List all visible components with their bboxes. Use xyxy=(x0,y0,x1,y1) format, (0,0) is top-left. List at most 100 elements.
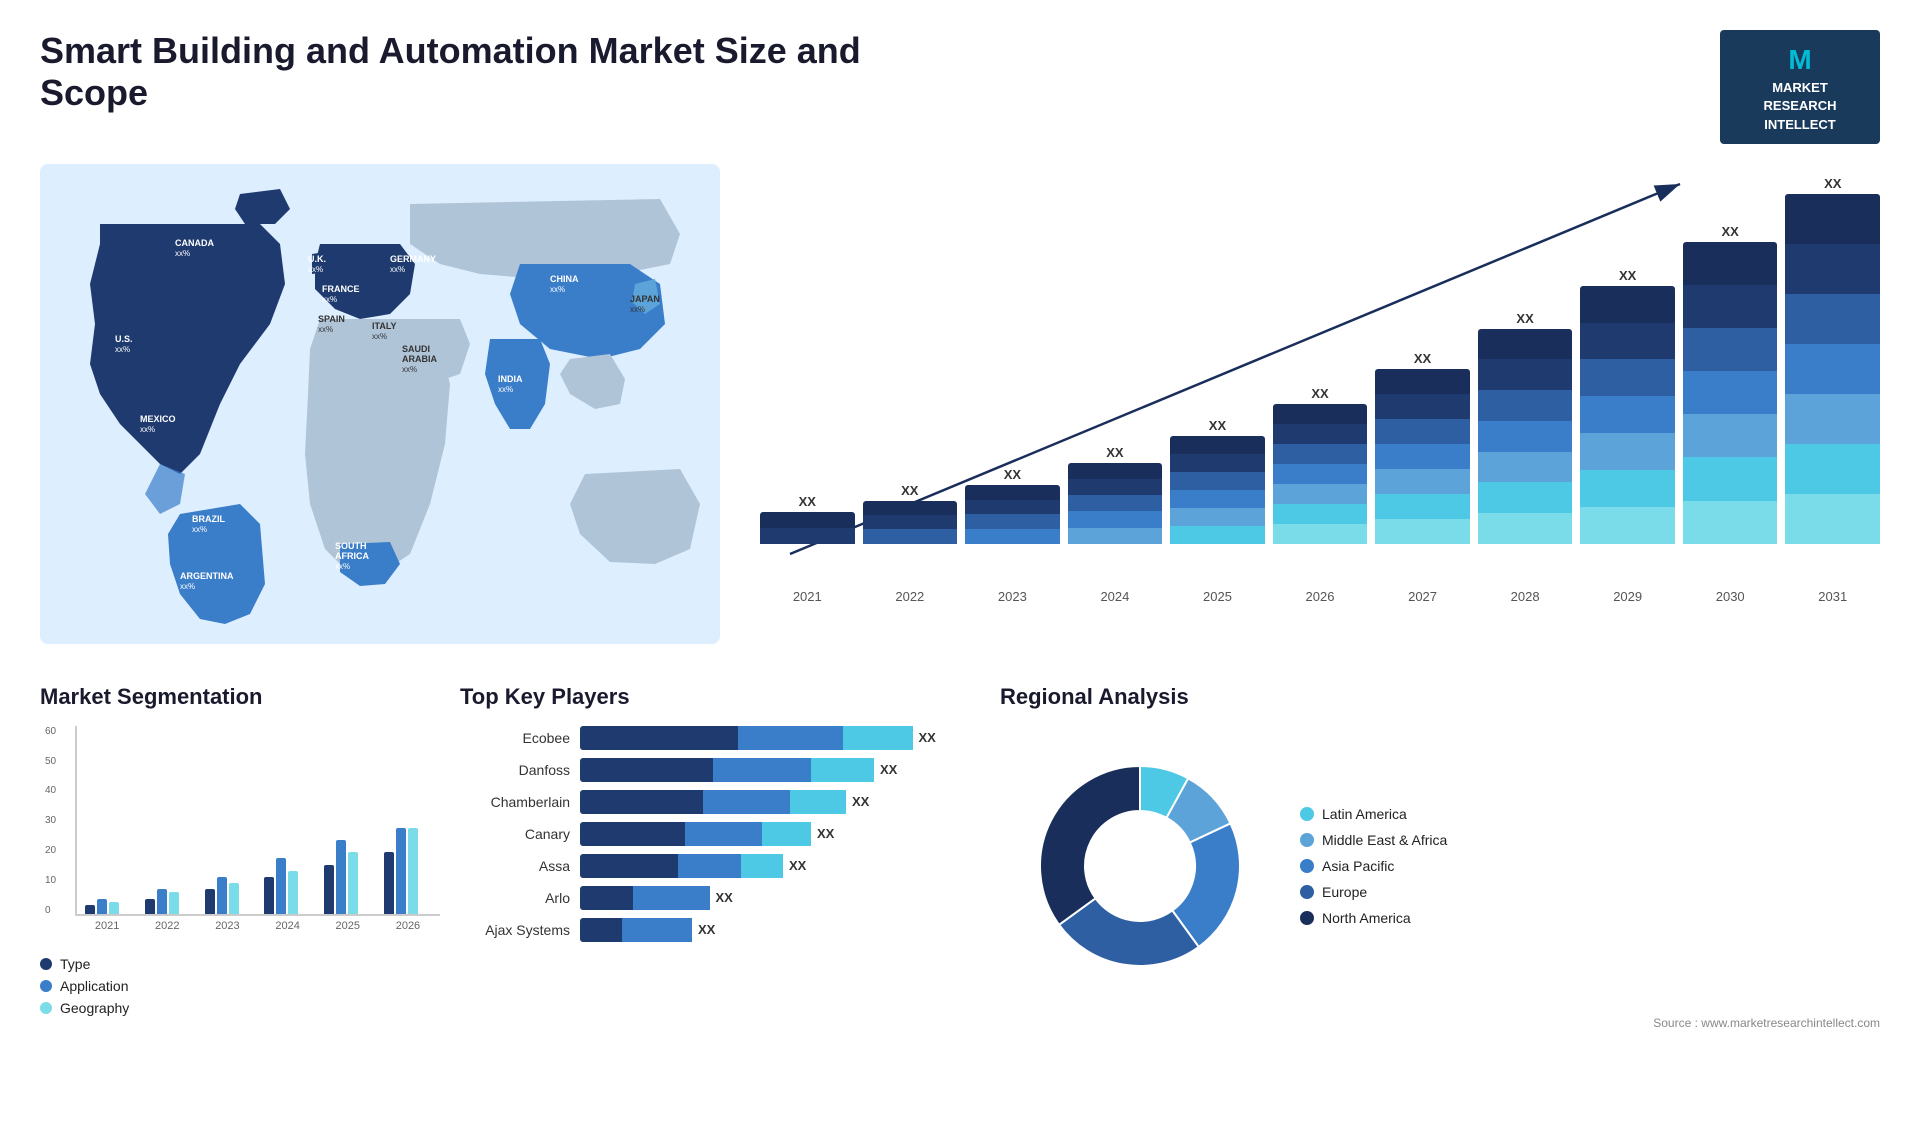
svg-text:ARABIA: ARABIA xyxy=(402,354,437,364)
bar-segment xyxy=(1580,433,1675,470)
player-bar-segment xyxy=(790,790,846,814)
player-xx-label: XX xyxy=(789,854,806,878)
seg-bar-group xyxy=(264,858,312,914)
player-bar-segment xyxy=(580,822,685,846)
svg-text:xx%: xx% xyxy=(308,265,323,274)
seg-x-label: 2026 xyxy=(384,920,432,932)
logo-line1: MARKET xyxy=(1772,80,1828,95)
bar-groups: XXXXXXXXXXXXXXXXXXXXXX xyxy=(760,164,1880,544)
svg-text:CANADA: CANADA xyxy=(175,238,214,248)
bar-segment xyxy=(760,512,855,528)
seg-chart-wrap: 60 50 40 30 20 10 0 20212022202320242025… xyxy=(75,726,440,946)
world-map: CANADA xx% U.S. xx% MEXICO xx% BRAZIL xx… xyxy=(40,164,720,644)
bar-group: XX xyxy=(1478,311,1573,544)
bar-value-label: XX xyxy=(901,483,918,498)
bar-segment xyxy=(1580,396,1675,433)
bar-segment xyxy=(1580,323,1675,360)
regional-legend-label: Europe xyxy=(1322,884,1367,900)
bar-x-label: 2022 xyxy=(863,589,958,604)
regional-title: Regional Analysis xyxy=(1000,684,1880,710)
seg-bar xyxy=(276,858,286,914)
svg-text:xx%: xx% xyxy=(390,265,405,274)
seg-x-labels: 202120222023202420252026 xyxy=(75,920,440,932)
player-bar-segment xyxy=(703,790,791,814)
bar-segment xyxy=(965,529,1060,544)
bar-segment xyxy=(863,501,958,515)
bar-stack xyxy=(1478,329,1573,544)
bar-stack xyxy=(1170,436,1265,544)
bar-segment xyxy=(1068,511,1163,527)
seg-bar xyxy=(396,828,406,914)
bar-value-label: XX xyxy=(1824,176,1841,191)
legend-item: Application xyxy=(40,978,440,994)
player-bar-wrap: XX xyxy=(580,854,980,878)
key-players-title: Top Key Players xyxy=(460,684,980,710)
bar-x-label: 2021 xyxy=(760,589,855,604)
seg-bar-group xyxy=(324,840,372,914)
player-name: Ecobee xyxy=(460,730,570,746)
player-bar-segment xyxy=(738,726,843,750)
player-name: Assa xyxy=(460,858,570,874)
svg-text:xx%: xx% xyxy=(192,525,207,534)
bar-segment xyxy=(1068,495,1163,511)
bar-segment xyxy=(1580,286,1675,323)
bar-segment xyxy=(1273,424,1368,444)
seg-bar-group xyxy=(384,828,432,914)
player-bar-segment xyxy=(678,854,741,878)
player-name: Arlo xyxy=(460,890,570,906)
top-section: CANADA xx% U.S. xx% MEXICO xx% BRAZIL xx… xyxy=(40,164,1880,644)
player-xx-label: XX xyxy=(716,886,733,910)
page-header: Smart Building and Automation Market Siz… xyxy=(40,30,1880,144)
bar-group: XX xyxy=(965,467,1060,544)
bar-segment xyxy=(1683,285,1778,328)
bar-x-label: 2027 xyxy=(1375,589,1470,604)
bar-segment xyxy=(1273,524,1368,544)
player-name: Ajax Systems xyxy=(460,922,570,938)
regional-legend-item: North America xyxy=(1300,910,1447,926)
player-row: Assa XX xyxy=(460,854,980,878)
player-bar-segment xyxy=(713,758,811,782)
svg-text:xx%: xx% xyxy=(550,285,565,294)
svg-text:xx%: xx% xyxy=(630,305,645,314)
svg-text:JAPAN: JAPAN xyxy=(630,294,660,304)
player-row: ChamberlainXX xyxy=(460,790,980,814)
regional-legend-item: Europe xyxy=(1300,884,1447,900)
bar-segment xyxy=(1478,390,1573,421)
bar-segment xyxy=(1170,472,1265,490)
svg-text:xx%: xx% xyxy=(498,385,513,394)
legend-dot xyxy=(40,1002,52,1014)
bar-group: XX xyxy=(1580,268,1675,544)
player-bar-segment xyxy=(580,726,738,750)
svg-text:ITALY: ITALY xyxy=(372,321,397,331)
bar-segment xyxy=(1478,513,1573,544)
bar-segment xyxy=(1580,470,1675,507)
player-bar-segment xyxy=(580,790,703,814)
map-svg: CANADA xx% U.S. xx% MEXICO xx% BRAZIL xx… xyxy=(40,164,720,644)
bar-x-labels: 2021202220232024202520262027202820292030… xyxy=(760,589,1880,604)
bar-stack xyxy=(1683,242,1778,544)
player-bar-segment xyxy=(622,918,692,942)
legend-dot xyxy=(40,980,52,992)
bar-stack xyxy=(1273,404,1368,544)
player-name: Canary xyxy=(460,826,570,842)
player-bar-segment xyxy=(741,854,783,878)
bar-group: XX xyxy=(760,494,855,544)
player-bar-wrap: XX xyxy=(580,822,980,846)
bar-segment xyxy=(1580,507,1675,544)
bar-value-label: XX xyxy=(1106,445,1123,460)
bar-x-label: 2025 xyxy=(1170,589,1265,604)
player-row: Canary XX xyxy=(460,822,980,846)
bar-segment xyxy=(1273,504,1368,524)
bar-segment xyxy=(1375,419,1470,444)
donut-segment xyxy=(1040,766,1140,925)
svg-text:ARGENTINA: ARGENTINA xyxy=(180,571,234,581)
bar-segment xyxy=(1273,404,1368,424)
bar-value-label: XX xyxy=(1004,467,1021,482)
player-name: Danfoss xyxy=(460,762,570,778)
logo-line3: INTELLECT xyxy=(1764,117,1836,132)
bar-value-label: XX xyxy=(1414,351,1431,366)
logo-box: M MARKET RESEARCH INTELLECT xyxy=(1720,30,1880,144)
bar-segment xyxy=(1170,436,1265,454)
seg-bar xyxy=(324,865,334,914)
regional-legend: Latin AmericaMiddle East & AfricaAsia Pa… xyxy=(1300,806,1447,926)
